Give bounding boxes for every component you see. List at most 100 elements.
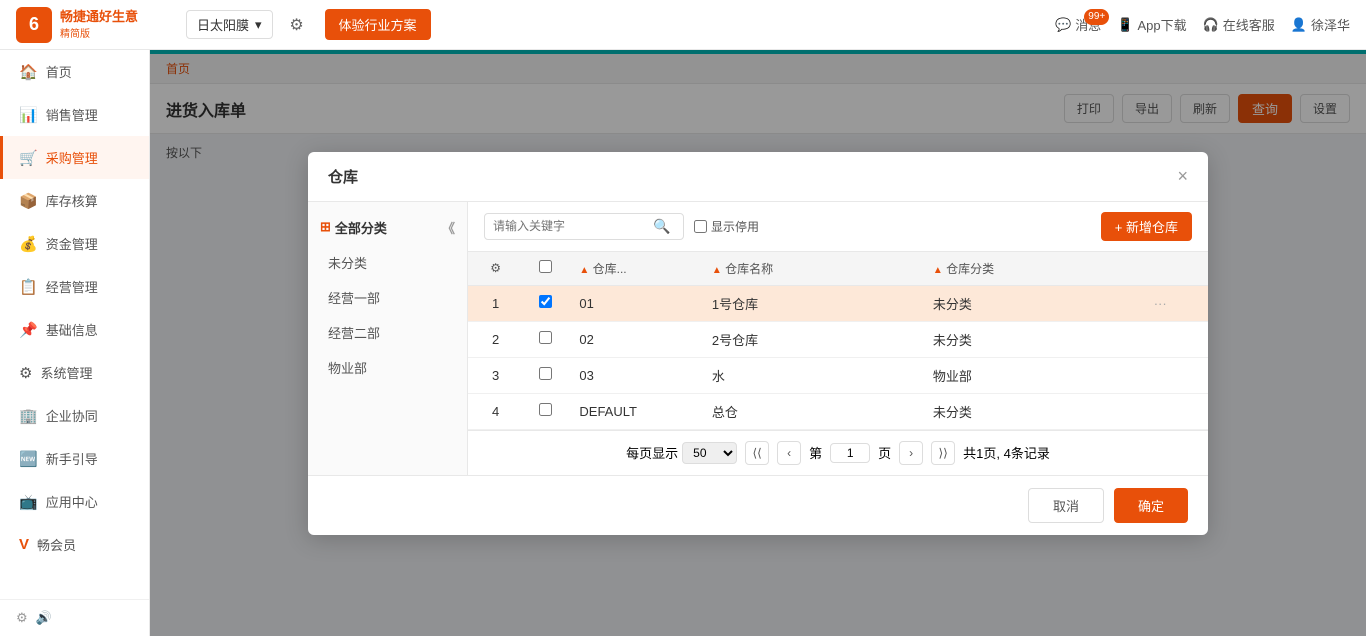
enterprise-icon: 🏢 [19, 407, 38, 425]
page-total-info: 共1页, 4条记录 [963, 443, 1050, 462]
page-size-select[interactable]: 10 20 50 100 [682, 442, 737, 464]
cell-cat: 物业部 [921, 357, 1142, 393]
category-collapse-button[interactable]: 《 [442, 218, 455, 237]
cell-cat: 未分类 [921, 393, 1142, 429]
cell-name: 1号仓库 [700, 285, 921, 321]
appcenter-icon: 📺 [19, 493, 38, 511]
phone-icon: 📱 [1117, 17, 1133, 33]
sidebar-item-inventory[interactable]: 📦 库存核算 [0, 179, 149, 222]
cancel-button[interactable]: 取消 [1028, 488, 1104, 523]
sort-icon-cat: ▲ [933, 265, 943, 276]
shop-selector[interactable]: 日太阳膜 ▾ [186, 10, 273, 39]
show-disabled-label: 显示停用 [711, 218, 759, 235]
category-item-unclassified[interactable]: 未分类 [308, 245, 467, 280]
cell-action [1142, 393, 1208, 429]
cell-action [1142, 357, 1208, 393]
row-action-menu[interactable]: ··· [1154, 296, 1167, 311]
settings-bottom-icon[interactable]: ⚙ [16, 610, 28, 626]
sort-icon-code: ▲ [579, 265, 589, 276]
trial-button[interactable]: 体验行业方案 [325, 9, 431, 40]
page-first-button[interactable]: ⟨⟨ [745, 441, 769, 465]
message-icon: 💬 [1055, 17, 1071, 33]
system-icon: ⚙ [19, 364, 32, 382]
category-item-ops1[interactable]: 经营一部 [308, 280, 467, 315]
messages-badge: 99+ [1084, 9, 1109, 25]
category-header-icon: ⊞ [320, 219, 331, 235]
cell-name: 水 [700, 357, 921, 393]
category-header: ⊞ 全部分类 《 [308, 210, 467, 245]
show-disabled-checkbox[interactable] [694, 220, 707, 233]
col-header-code: ▲ 仓库... [567, 252, 700, 286]
settings-icon[interactable]: ⚙ [281, 9, 313, 41]
user-profile-btn[interactable]: 👤 徐泽华 [1291, 15, 1350, 34]
category-item-property[interactable]: 物业部 [308, 350, 467, 385]
sidebar-item-enterprise[interactable]: 🏢 企业协同 [0, 394, 149, 437]
search-input-wrap: 🔍 [484, 213, 684, 240]
col-header-gear: ⚙ [468, 252, 523, 286]
home-icon: 🏠 [19, 63, 38, 81]
sidebar-item-purchase[interactable]: 🛒 采购管理 [0, 136, 149, 179]
cell-cat: 未分类 [921, 321, 1142, 357]
sidebar-item-label: 采购管理 [46, 148, 98, 167]
table-gear-icon[interactable]: ⚙ [490, 261, 501, 275]
logo-icon: 6 [16, 7, 52, 43]
page-number-input[interactable] [830, 443, 870, 463]
sidebar-item-home[interactable]: 🏠 首页 [0, 50, 149, 93]
sidebar-item-label: 基础信息 [46, 320, 98, 339]
sort-icon-name: ▲ [712, 265, 722, 276]
dialog-header: 仓库 × [308, 152, 1208, 202]
sound-icon[interactable]: 🔊 [36, 610, 52, 626]
sidebar-item-label: 首页 [46, 62, 72, 81]
messages-btn[interactable]: 💬 消息 99+ [1055, 15, 1101, 34]
sidebar-item-appcenter[interactable]: 📺 应用中心 [0, 480, 149, 523]
sidebar-item-guide[interactable]: 🆕 新手引导 [0, 437, 149, 480]
finance-icon: 💰 [19, 235, 38, 253]
sidebar-item-finance[interactable]: 💰 资金管理 [0, 222, 149, 265]
logo-sub: 精简版 [60, 25, 138, 40]
app-download-label: App下载 [1137, 15, 1186, 34]
page-label: 第 [809, 443, 822, 462]
row-checkbox[interactable] [539, 331, 552, 344]
cell-no: 4 [468, 393, 523, 429]
member-icon: V [19, 536, 29, 553]
select-all-checkbox[interactable] [539, 260, 552, 273]
cell-check [523, 321, 567, 357]
table-body: 1 01 1号仓库 未分类 ··· 2 02 2号仓库 未分类 3 03 水 物… [468, 285, 1208, 429]
table-row: 3 03 水 物业部 [468, 357, 1208, 393]
dialog-title: 仓库 [328, 166, 358, 187]
category-all-label[interactable]: 全部分类 [335, 218, 442, 237]
sidebar-item-sales[interactable]: 📊 销售管理 [0, 93, 149, 136]
search-input[interactable] [493, 219, 653, 233]
online-service-label: 在线客服 [1223, 15, 1275, 34]
col-header-action [1142, 252, 1208, 286]
page-next-button[interactable]: › [899, 441, 923, 465]
online-service-btn[interactable]: 🎧 在线客服 [1203, 15, 1275, 34]
sidebar-item-ops[interactable]: 📋 经营管理 [0, 265, 149, 308]
confirm-button[interactable]: 确定 [1114, 488, 1188, 523]
sidebar: 🏠 首页 📊 销售管理 🛒 采购管理 📦 库存核算 💰 资金管理 📋 经营管理 … [0, 50, 150, 636]
sidebar-item-system[interactable]: ⚙ 系统管理 [0, 351, 149, 394]
sidebar-item-label: 新手引导 [46, 449, 98, 468]
sidebar-item-basic[interactable]: 📌 基础信息 [0, 308, 149, 351]
show-disabled-wrap: 显示停用 [694, 218, 759, 235]
page-prev-button[interactable]: ‹ [777, 441, 801, 465]
category-item-ops2[interactable]: 经营二部 [308, 315, 467, 350]
purchase-icon: 🛒 [19, 149, 38, 167]
user-icon: 👤 [1291, 17, 1307, 33]
modal-overlay: 仓库 × ⊞ 全部分类 《 未分类 经营一部 经营二部 [150, 50, 1366, 636]
logo-area: 6 畅捷通好生意 精简版 [16, 7, 166, 43]
row-checkbox[interactable] [539, 295, 552, 308]
search-icon: 🔍 [653, 218, 670, 235]
app-download-btn[interactable]: 📱 App下载 [1117, 15, 1186, 34]
page-last-button[interactable]: ⟩⟩ [931, 441, 955, 465]
col-header-cat: ▲ 仓库分类 [921, 252, 1142, 286]
shop-chevron-icon: ▾ [255, 17, 262, 33]
row-checkbox[interactable] [539, 367, 552, 380]
headset-icon: 🎧 [1203, 17, 1219, 33]
cell-action [1142, 321, 1208, 357]
add-warehouse-button[interactable]: + 新增仓库 [1101, 212, 1192, 241]
sidebar-item-member[interactable]: V 畅会员 [0, 523, 149, 566]
table-row: 4 DEFAULT 总仓 未分类 [468, 393, 1208, 429]
dialog-close-button[interactable]: × [1177, 167, 1188, 185]
row-checkbox[interactable] [539, 403, 552, 416]
